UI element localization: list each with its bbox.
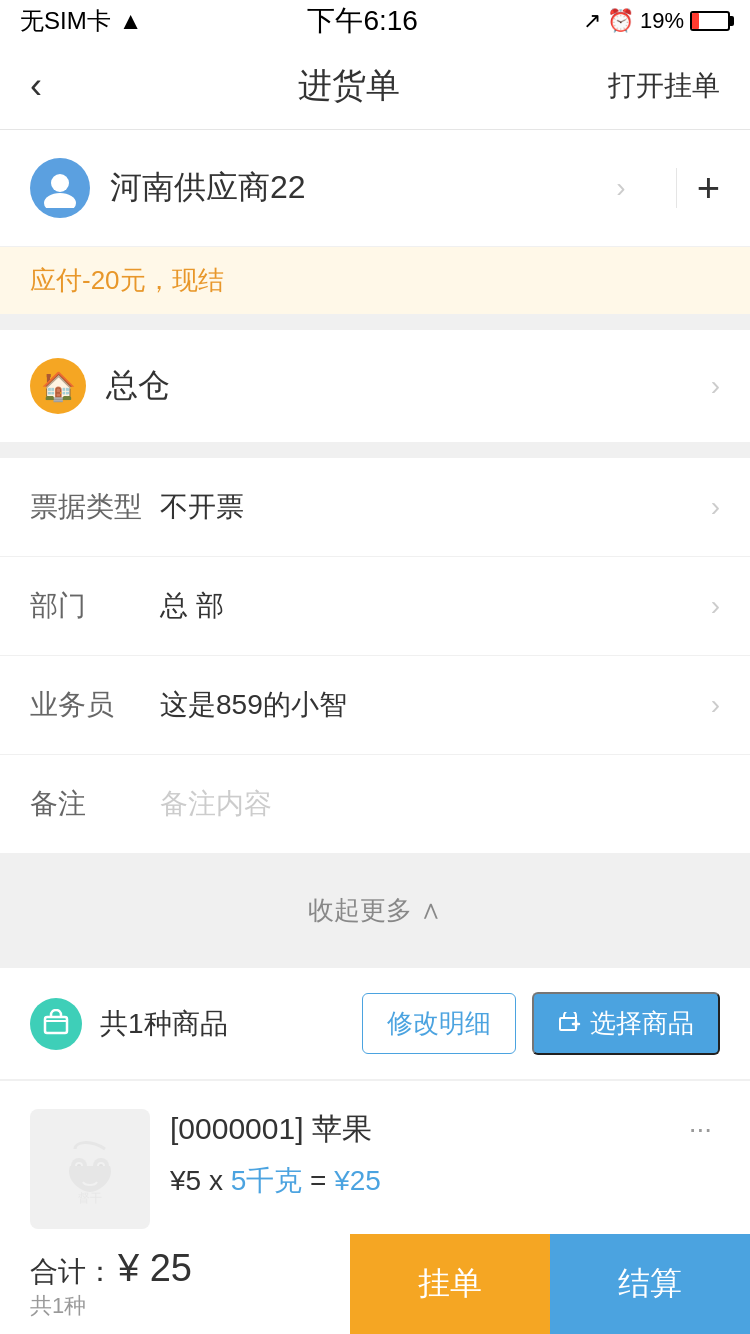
battery-percent: 19%: [640, 8, 684, 34]
modify-detail-button[interactable]: 修改明细: [362, 993, 516, 1054]
department-label: 部门: [30, 587, 150, 625]
hang-button[interactable]: 挂单: [350, 1234, 550, 1334]
supplier-name: 河南供应商22: [110, 166, 616, 210]
invoice-type-chevron-icon: ›: [711, 491, 720, 523]
status-network: 无SIM卡 ▲: [20, 5, 142, 37]
remark-row[interactable]: 备注 备注内容: [0, 755, 750, 853]
salesperson-chevron-icon: ›: [711, 689, 720, 721]
product-info: [0000001] 苹果 ¥5 x 5千克 = ¥25: [170, 1109, 681, 1200]
salesperson-value: 这是859的小智: [150, 686, 711, 724]
product-thumbnail: 督干: [30, 1109, 150, 1229]
wifi-icon: ▲: [119, 7, 143, 35]
supplier-chevron-icon: ›: [616, 172, 625, 204]
status-time: 下午6:16: [307, 2, 418, 40]
warehouse-section: 🏠 总仓 ›: [0, 330, 750, 442]
svg-text:督干: 督干: [78, 1191, 102, 1204]
status-right: ↗ ⏰ 19%: [583, 8, 730, 34]
quantity: 5千克: [231, 1165, 303, 1196]
location-icon: ↗: [583, 8, 601, 34]
unit-price: ¥5 x: [170, 1165, 231, 1196]
nav-bar: ‹ 进货单 打开挂单: [0, 42, 750, 130]
invoice-type-value: 不开票: [150, 488, 711, 526]
bottom-bar: 合计： ¥ 25 共1种 挂单 结算: [0, 1234, 750, 1334]
department-chevron-icon: ›: [711, 590, 720, 622]
notice-bar: 应付-20元，现结: [0, 247, 750, 314]
status-bar: 无SIM卡 ▲ 下午6:16 ↗ ⏰ 19%: [0, 0, 750, 42]
warehouse-icon: 🏠: [30, 358, 86, 414]
content-area: 河南供应商22 › + 应付-20元，现结 🏠 总仓 › 票据类型 不开票 › …: [0, 130, 750, 1334]
product-price: ¥5 x 5千克 = ¥25: [170, 1162, 681, 1200]
products-section: 共1种商品 修改明细 选择商品: [0, 968, 750, 1257]
collapse-text: 收起更多 ∧: [308, 893, 441, 928]
salesperson-label: 业务员: [30, 686, 150, 724]
svg-point-1: [44, 193, 76, 208]
remark-input[interactable]: 备注内容: [150, 785, 720, 823]
collapse-row[interactable]: 收起更多 ∧: [0, 869, 750, 952]
alarm-icon: ⏰: [607, 8, 634, 34]
open-hang-button[interactable]: 打开挂单: [608, 67, 720, 105]
department-value: 总 部: [150, 587, 711, 625]
supplier-section: 河南供应商22 › + 应付-20元，现结: [0, 130, 750, 314]
svg-rect-2: [45, 1017, 67, 1033]
invoice-type-row[interactable]: 票据类型 不开票 ›: [0, 458, 750, 557]
product-menu-button[interactable]: ···: [681, 1109, 720, 1149]
invoice-type-label: 票据类型: [30, 488, 150, 526]
warehouse-row[interactable]: 🏠 总仓 ›: [0, 330, 750, 442]
products-header: 共1种商品 修改明细 选择商品: [0, 968, 750, 1080]
checkout-button[interactable]: 结算: [550, 1234, 750, 1334]
product-item: 督干 [0000001] 苹果 ¥5 x 5千克 = ¥25 ···: [0, 1080, 750, 1257]
remark-label: 备注: [30, 785, 150, 823]
form-section: 票据类型 不开票 › 部门 总 部 › 业务员 这是859的小智 › 备注 备注…: [0, 458, 750, 853]
total-label: 合计：: [30, 1253, 114, 1291]
warehouse-name: 总仓: [106, 364, 711, 408]
cart-icon: [558, 1012, 582, 1036]
department-row[interactable]: 部门 总 部 ›: [0, 557, 750, 656]
supplier-row[interactable]: 河南供应商22 › +: [0, 130, 750, 247]
total-count: 共1种: [30, 1291, 320, 1321]
select-product-button[interactable]: 选择商品: [532, 992, 720, 1055]
warehouse-chevron-icon: ›: [711, 370, 720, 402]
product-name: [0000001] 苹果: [170, 1109, 681, 1150]
total-section: 合计： ¥ 25 共1种: [0, 1234, 350, 1334]
battery-icon: [690, 11, 730, 31]
network-label: 无SIM卡: [20, 5, 111, 37]
back-button[interactable]: ‹: [30, 65, 90, 107]
page-title: 进货单: [298, 63, 400, 109]
product-title: 苹果: [312, 1112, 372, 1145]
divider: [676, 168, 677, 208]
owl-logo-icon: 督干: [55, 1134, 125, 1204]
svg-point-0: [51, 174, 69, 192]
equals: =: [310, 1165, 334, 1196]
supplier-add-button[interactable]: +: [697, 166, 720, 211]
supplier-avatar: [30, 158, 90, 218]
notice-text: 应付-20元，现结: [30, 265, 224, 295]
salesperson-row[interactable]: 业务员 这是859的小智 ›: [0, 656, 750, 755]
line-total: ¥25: [334, 1165, 381, 1196]
total-amount: ¥ 25: [118, 1247, 192, 1290]
house-icon: 🏠: [41, 370, 76, 403]
select-product-label: 选择商品: [590, 1006, 694, 1041]
products-count: 共1种商品: [100, 1005, 362, 1043]
product-code: [0000001]: [170, 1112, 312, 1145]
products-icon: [30, 998, 82, 1050]
